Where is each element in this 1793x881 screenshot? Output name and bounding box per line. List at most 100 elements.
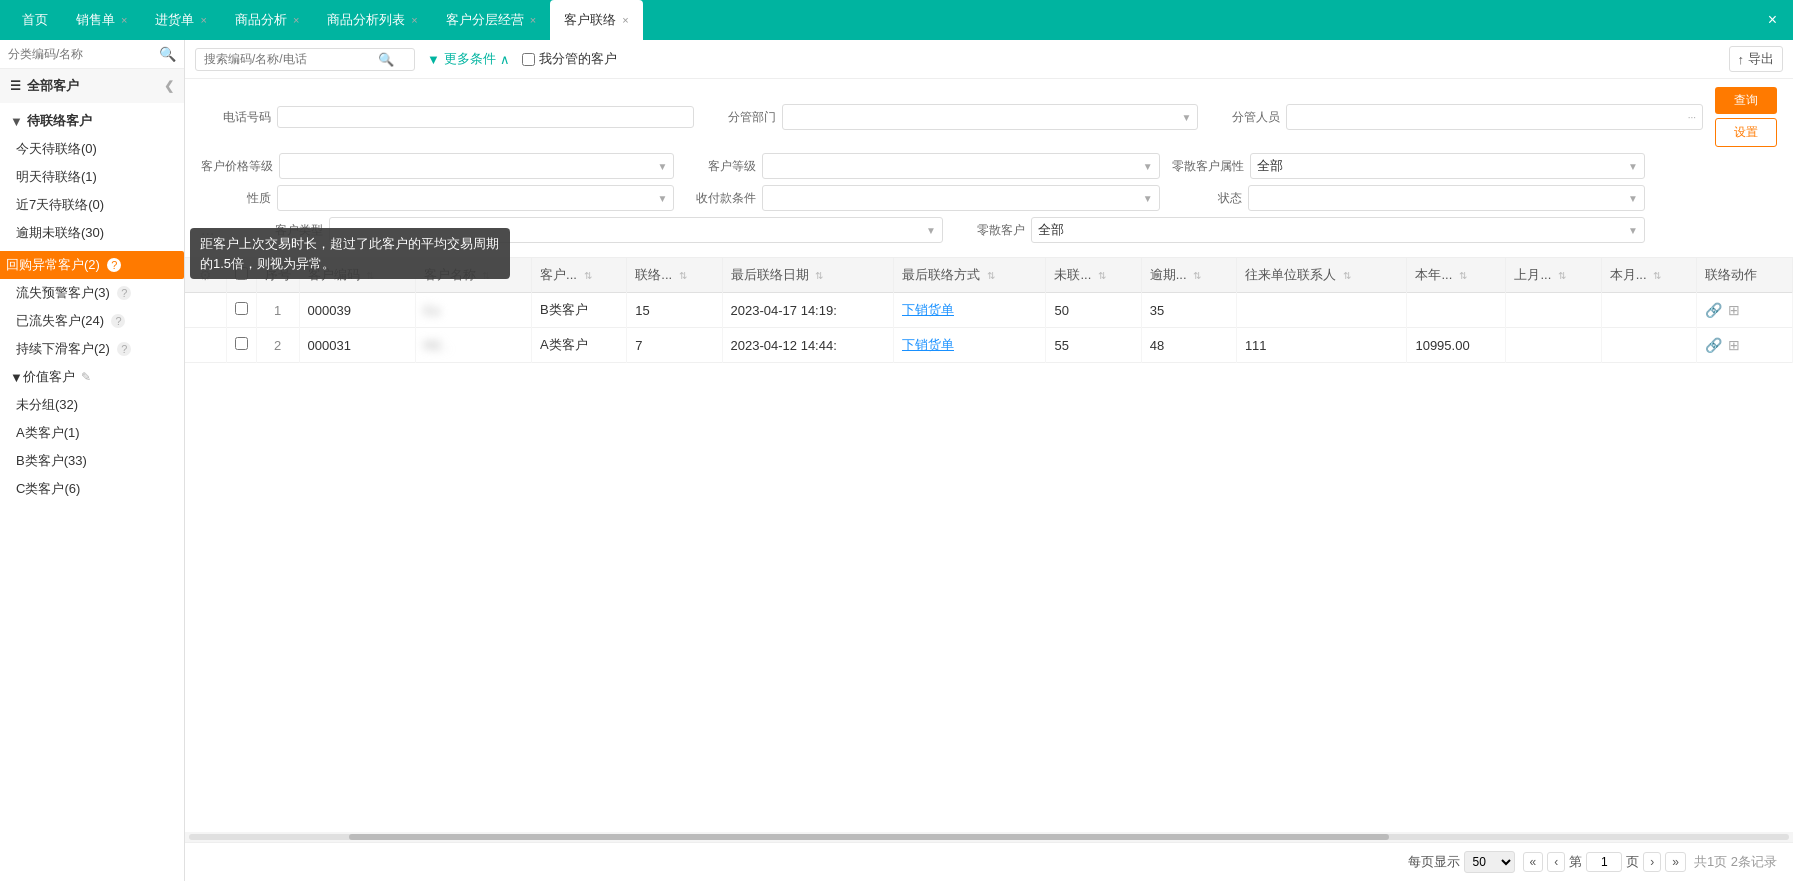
all-customers-header[interactable]: ☰ 全部客户 ❮ xyxy=(0,69,184,103)
row-check-1[interactable] xyxy=(235,337,248,350)
col-last-contact-method[interactable]: 最后联络方式 ⇅ xyxy=(893,258,1045,293)
col-category[interactable]: 客户... ⇅ xyxy=(532,258,627,293)
sidebar-item-b-class[interactable]: B类客户(33) xyxy=(0,447,184,475)
value-edit-icon[interactable]: ✎ xyxy=(81,370,91,384)
row-last-contact-method-1[interactable]: 下销货单 xyxy=(893,328,1045,363)
sidebar-item-abnormal[interactable]: 回购异常客户(2) ? xyxy=(0,251,184,279)
close-purchase-tab[interactable]: × xyxy=(200,14,206,26)
export-button[interactable]: ↑ 导出 xyxy=(1729,46,1784,72)
declining-help-icon: ? xyxy=(117,342,131,356)
close-customer-contact-tab[interactable]: × xyxy=(622,14,628,26)
page-number-input[interactable] xyxy=(1586,852,1622,872)
window-close-button[interactable]: × xyxy=(1760,11,1785,29)
dept-label: 分管部门 xyxy=(706,109,776,126)
tab-sales-label: 销售单 xyxy=(76,11,115,29)
sidebar-item-a-class[interactable]: A类客户(1) xyxy=(0,419,184,447)
value-customers-header[interactable]: ▼ 价值客户 ✎ xyxy=(0,363,184,391)
sort-this-month[interactable]: ⇅ xyxy=(1653,270,1661,281)
sort-this-year[interactable]: ⇅ xyxy=(1459,270,1467,281)
sort-contact-count[interactable]: ⇅ xyxy=(679,270,687,281)
retail-customer-arrow: ▼ xyxy=(1628,225,1638,236)
col-last-month-label: 上月... xyxy=(1514,267,1551,282)
row-check-0[interactable] xyxy=(235,302,248,315)
sidebar-item-7days[interactable]: 近7天待联络(0) xyxy=(0,191,184,219)
tab-customer-layered-label: 客户分层经营 xyxy=(446,11,524,29)
close-customer-layered-tab[interactable]: × xyxy=(530,14,536,26)
retail-attr-select[interactable]: 全部 ▼ xyxy=(1250,153,1645,179)
payment-select[interactable]: ▼ xyxy=(762,185,1159,211)
tab-home[interactable]: 首页 xyxy=(8,0,62,40)
more-conditions-btn[interactable]: ▼ 更多条件 ∧ xyxy=(427,50,510,68)
close-product-analysis-tab[interactable]: × xyxy=(293,14,299,26)
per-page-select[interactable]: 50 20 100 xyxy=(1464,851,1515,873)
pending-header[interactable]: ▼ 待联络客户 xyxy=(0,107,184,135)
retail-customer-select[interactable]: 全部 ▼ xyxy=(1031,217,1645,243)
col-overdue[interactable]: 逾期... ⇅ xyxy=(1141,258,1236,293)
sort-category[interactable]: ⇅ xyxy=(584,270,592,281)
sort-unlocked[interactable]: ⇅ xyxy=(1098,270,1106,281)
tab-purchase[interactable]: 进货单 × xyxy=(141,0,220,40)
row-checkbox-0 xyxy=(226,293,256,328)
link-action-icon-1[interactable]: 🔗 xyxy=(1705,337,1722,353)
sort-overdue[interactable]: ⇅ xyxy=(1193,270,1201,281)
sidebar-item-tomorrow[interactable]: 明天待联络(1) xyxy=(0,163,184,191)
sidebar-item-declining[interactable]: 持续下滑客户(2) ? xyxy=(0,335,184,363)
customer-level-select[interactable]: ▼ xyxy=(762,153,1159,179)
row-last-contact-method-0[interactable]: 下销货单 xyxy=(893,293,1045,328)
query-button[interactable]: 查询 xyxy=(1715,87,1777,114)
horizontal-scrollbar[interactable] xyxy=(185,832,1793,842)
sidebar-item-ungroup[interactable]: 未分组(32) xyxy=(0,391,184,419)
sidebar-item-c-class[interactable]: C类客户(6) xyxy=(0,475,184,503)
col-unlocked[interactable]: 未联... ⇅ xyxy=(1046,258,1141,293)
price-level-arrow: ▼ xyxy=(657,161,667,172)
phone-input[interactable] xyxy=(277,106,694,128)
tab-customer-layered[interactable]: 客户分层经营 × xyxy=(432,0,550,40)
setting-button[interactable]: 设置 xyxy=(1715,118,1777,147)
my-customers-checkbox[interactable]: 我分管的客户 xyxy=(522,50,617,68)
filter-row-1: 电话号码 分管部门 ▼ 分管人员 ··· xyxy=(201,87,1777,147)
manager-select[interactable]: ··· xyxy=(1286,104,1703,130)
price-level-select[interactable]: ▼ xyxy=(279,153,674,179)
sidebar-item-lost-warning[interactable]: 流失预警客户(3) ? xyxy=(0,279,184,307)
already-lost-help-icon: ? xyxy=(111,314,125,328)
col-contact-count[interactable]: 联络... ⇅ xyxy=(627,258,722,293)
scroll-thumb[interactable] xyxy=(349,834,1389,840)
col-company-contact[interactable]: 往来单位联系人 ⇅ xyxy=(1236,258,1407,293)
grid-action-icon-1[interactable]: ⊞ xyxy=(1728,337,1740,353)
sidebar-search-input[interactable] xyxy=(8,47,159,61)
tab-customer-contact[interactable]: 客户联络 × xyxy=(550,0,642,40)
row-action-0: 🔗 ⊞ xyxy=(1696,293,1792,328)
first-page-btn[interactable]: « xyxy=(1523,852,1544,872)
main-search-input[interactable] xyxy=(204,52,374,66)
col-this-month[interactable]: 本月... ⇅ xyxy=(1601,258,1696,293)
col-last-month[interactable]: 上月... ⇅ xyxy=(1506,258,1601,293)
collapse-sidebar-btn[interactable]: ❮ xyxy=(164,79,174,93)
status-select[interactable]: ▼ xyxy=(1248,185,1645,211)
tab-product-analysis[interactable]: 商品分析 × xyxy=(221,0,313,40)
tab-sales[interactable]: 销售单 × xyxy=(62,0,141,40)
link-action-icon-0[interactable]: 🔗 xyxy=(1705,302,1722,318)
col-last-contact-date[interactable]: 最后联络日期 ⇅ xyxy=(722,258,893,293)
last-page-btn[interactable]: » xyxy=(1665,852,1686,872)
already-lost-label: 已流失客户(24) xyxy=(16,313,104,328)
dept-select[interactable]: ▼ xyxy=(782,104,1199,130)
declining-label: 持续下滑客户(2) xyxy=(16,341,110,356)
sort-company-contact[interactable]: ⇅ xyxy=(1343,270,1351,281)
col-this-year[interactable]: 本年... ⇅ xyxy=(1407,258,1506,293)
close-product-analysis-list-tab[interactable]: × xyxy=(411,14,417,26)
sort-last-month[interactable]: ⇅ xyxy=(1558,270,1566,281)
my-customers-check[interactable] xyxy=(522,53,535,66)
retail-attr-label: 零散客户属性 xyxy=(1172,158,1244,175)
gender-select[interactable]: ▼ xyxy=(277,185,674,211)
grid-action-icon-0[interactable]: ⊞ xyxy=(1728,302,1740,318)
close-sales-tab[interactable]: × xyxy=(121,14,127,26)
sort-last-contact-method[interactable]: ⇅ xyxy=(987,270,995,281)
sort-last-contact-date[interactable]: ⇅ xyxy=(815,270,823,281)
tab-purchase-label: 进货单 xyxy=(155,11,194,29)
prev-page-btn[interactable]: ‹ xyxy=(1547,852,1565,872)
sidebar-item-already-lost[interactable]: 已流失客户(24) ? xyxy=(0,307,184,335)
sidebar-item-today[interactable]: 今天待联络(0) xyxy=(0,135,184,163)
next-page-btn[interactable]: › xyxy=(1643,852,1661,872)
sidebar-item-overdue[interactable]: 逾期未联络(30) xyxy=(0,219,184,247)
tab-product-analysis-list[interactable]: 商品分析列表 × xyxy=(313,0,431,40)
